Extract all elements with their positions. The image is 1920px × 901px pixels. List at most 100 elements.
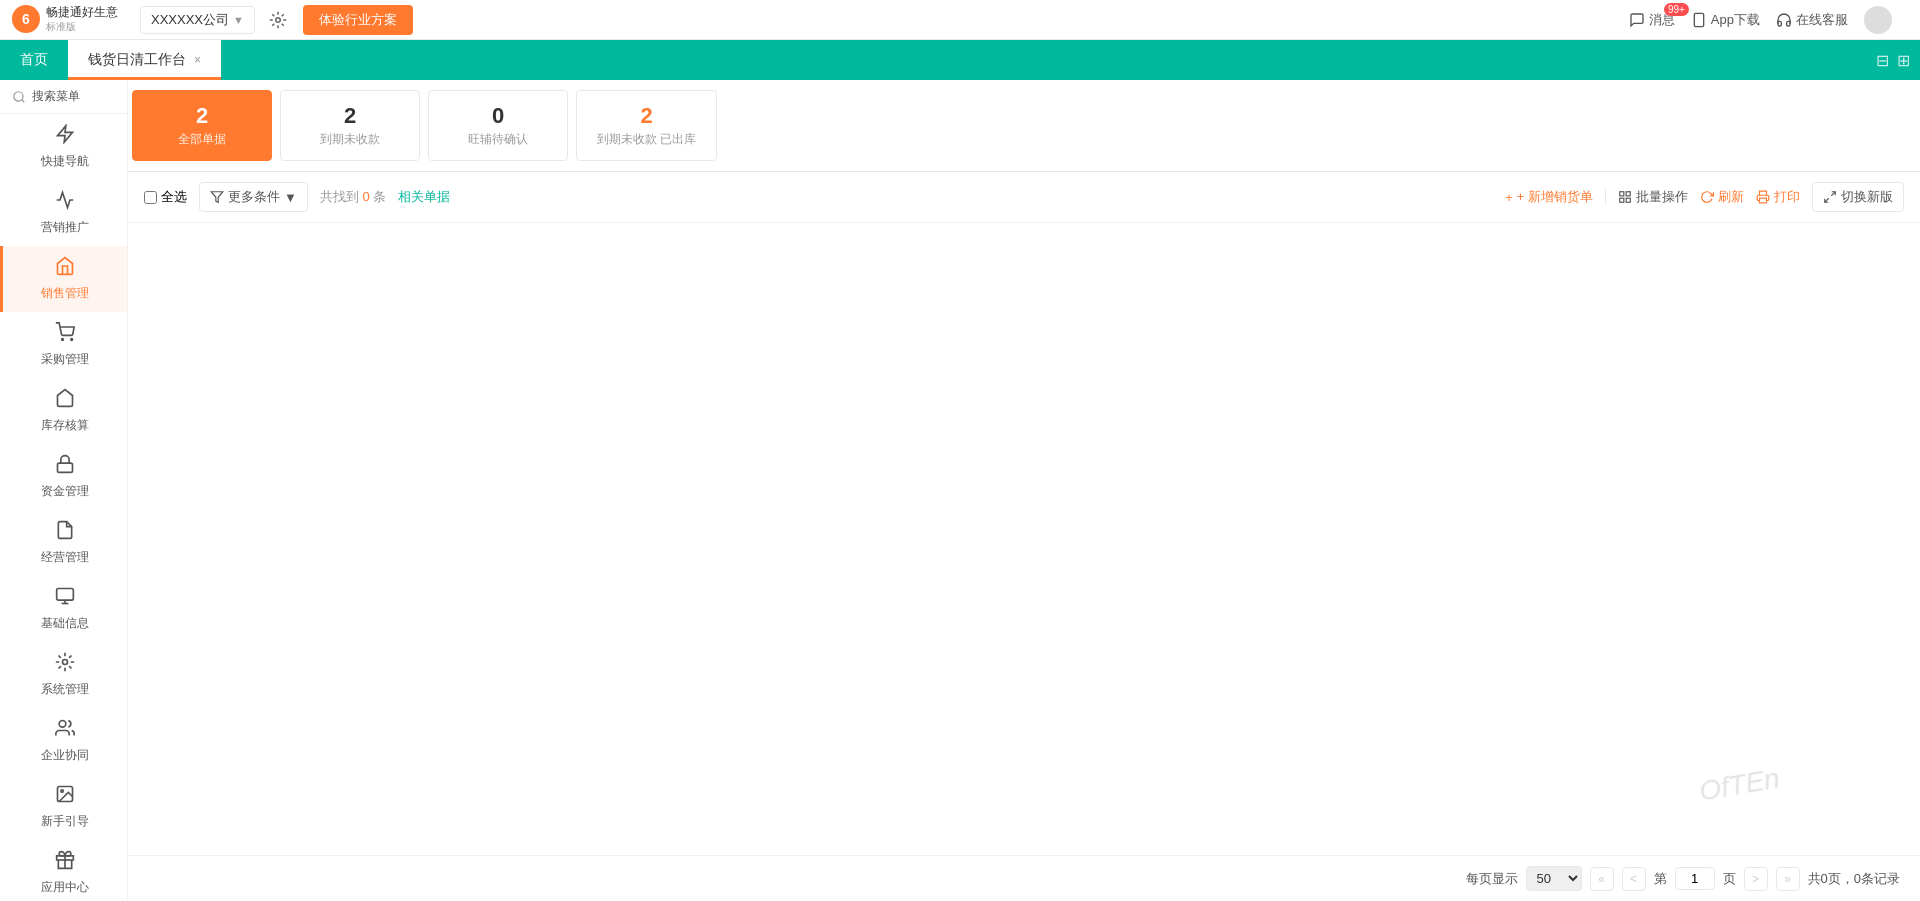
message-badge: 99+ (1664, 3, 1689, 16)
message-button[interactable]: 消息 99+ (1629, 11, 1675, 29)
operations-icon (55, 520, 75, 545)
sidebar-item-label: 库存核算 (41, 417, 89, 434)
guide-icon (55, 784, 75, 809)
stat-tab-overdue[interactable]: 2 到期未收款 (280, 90, 420, 161)
svg-rect-8 (58, 463, 73, 472)
select-all-label: 全选 (161, 188, 187, 206)
sidebar-item-label: 营销推广 (41, 219, 89, 236)
inventory-icon (55, 388, 75, 413)
found-text: 共找到 0 条 (320, 188, 386, 206)
next-page-button[interactable]: > (1744, 867, 1768, 891)
sales-icon (55, 256, 75, 281)
svg-rect-21 (1626, 198, 1630, 202)
app-center-icon (55, 850, 75, 875)
sidebar-item-sales[interactable]: 销售管理 (0, 246, 127, 312)
add-icon: + (1505, 190, 1513, 205)
company-dropdown-icon: ▼ (233, 14, 244, 26)
page-suffix: 页 (1723, 870, 1736, 888)
online-service-button[interactable]: 在线客服 (1776, 11, 1848, 29)
sidebar-item-guide[interactable]: 新手引导 (0, 774, 127, 840)
service-label: 在线客服 (1796, 11, 1848, 29)
top-right-actions: 消息 99+ App下载 在线客服 (1629, 6, 1908, 34)
basic-info-icon (55, 586, 75, 611)
sidebar-item-app-center[interactable]: 应用中心 (0, 840, 127, 901)
sidebar-item-label: 经营管理 (41, 549, 89, 566)
tab-home[interactable]: 首页 (0, 40, 68, 80)
system-icon (55, 652, 75, 677)
avatar[interactable] (1864, 6, 1892, 34)
finance-icon (55, 454, 75, 479)
sidebar-item-finance[interactable]: 资金管理 (0, 444, 127, 510)
total-text: 共0页，0条记录 (1808, 870, 1900, 888)
sidebar-item-label: 应用中心 (41, 879, 89, 896)
stat-count-overdue: 2 (301, 103, 399, 129)
per-page-label: 每页显示 (1466, 870, 1518, 888)
company-selector[interactable]: XXXXXX公司 ▼ (140, 6, 255, 34)
purchase-icon (55, 322, 75, 347)
sidebar-item-marketing[interactable]: 营销推广 (0, 180, 127, 246)
sidebar-item-operations[interactable]: 经营管理 (0, 510, 127, 576)
tab-close-icon[interactable]: × (194, 53, 201, 67)
select-all-checkbox[interactable]: 全选 (144, 188, 187, 206)
sidebar-item-label: 系统管理 (41, 681, 89, 698)
nav-tabs: 首页 钱货日清工作台 × ⊟ ⊞ (0, 40, 1920, 80)
print-button[interactable]: 打印 (1756, 188, 1800, 206)
batch-label: 批量操作 (1636, 188, 1688, 206)
nav-actions: ⊟ ⊞ (1876, 51, 1920, 70)
svg-point-0 (276, 17, 281, 22)
main-layout: 搜索菜单 快捷导航 营销推广 (0, 80, 1920, 901)
settings-button[interactable] (263, 5, 293, 35)
filter-dropdown-icon: ▼ (284, 190, 297, 205)
sidebar-item-inventory[interactable]: 库存核算 (0, 378, 127, 444)
sidebar-item-label: 新手引导 (41, 813, 89, 830)
stat-tab-unshipped[interactable]: 2 到期未收款 已出库 (576, 90, 717, 161)
sidebar-item-quick-nav[interactable]: 快捷导航 (0, 114, 127, 180)
switch-label: 切换新版 (1841, 188, 1893, 206)
svg-line-24 (1831, 192, 1835, 196)
logo-sub: 标准版 (46, 20, 118, 34)
sidebar-item-cooperation[interactable]: 企业协同 (0, 708, 127, 774)
per-page-select[interactable]: 20 50 100 (1526, 866, 1582, 891)
page-input[interactable] (1675, 867, 1715, 890)
stat-tab-all[interactable]: 2 全部单据 (132, 90, 272, 161)
top-bar: 6 畅捷通好生意 标准版 XXXXXX公司 ▼ 体验行业方案 消息 99+ (0, 0, 1920, 40)
last-page-button[interactable]: » (1776, 867, 1800, 891)
related-records-link[interactable]: 相关单据 (398, 188, 450, 206)
company-name: XXXXXX公司 (151, 11, 229, 29)
refresh-button[interactable]: 刷新 (1700, 188, 1744, 206)
filter-label: 更多条件 (228, 188, 280, 206)
stat-tab-wangwang[interactable]: 0 旺辅待确认 (428, 90, 568, 161)
checkbox-input[interactable] (144, 191, 157, 204)
app-download-button[interactable]: App下载 (1691, 11, 1760, 29)
add-sales-order-button[interactable]: + + 新增销货单 (1505, 188, 1593, 206)
switch-version-button[interactable]: 切换新版 (1812, 182, 1904, 212)
sidebar-search[interactable]: 搜索菜单 (0, 80, 127, 114)
tab-qianhuoday[interactable]: 钱货日清工作台 × (68, 40, 221, 80)
svg-rect-20 (1626, 192, 1630, 196)
divider (1605, 189, 1606, 205)
first-page-button[interactable]: « (1590, 867, 1614, 891)
quick-nav-icon (55, 124, 75, 149)
trial-button[interactable]: 体验行业方案 (303, 5, 413, 35)
sidebar-item-label: 基础信息 (41, 615, 89, 632)
toolbar: 全选 更多条件 ▼ 共找到 0 条 相关单据 + (128, 172, 1920, 223)
tab-expand-icon[interactable]: ⊞ (1897, 51, 1910, 70)
filter-button[interactable]: 更多条件 ▼ (199, 182, 308, 212)
svg-line-4 (22, 99, 25, 102)
logo-icon: 6 (12, 5, 40, 33)
stat-label-all: 全部单据 (153, 131, 251, 148)
svg-rect-1 (1694, 13, 1703, 26)
stat-label-wangwang: 旺辅待确认 (449, 131, 547, 148)
svg-point-12 (63, 660, 68, 665)
sidebar-item-basic-info[interactable]: 基础信息 (0, 576, 127, 642)
prev-page-button[interactable]: < (1622, 867, 1646, 891)
svg-rect-9 (57, 589, 74, 601)
pagination: 每页显示 20 50 100 « < 第 页 > » 共0页，0条记录 (128, 855, 1920, 901)
table-area (128, 223, 1920, 855)
logo-area: 6 畅捷通好生意 标准版 (12, 5, 140, 33)
sidebar-item-purchase[interactable]: 采购管理 (0, 312, 127, 378)
sidebar-item-system[interactable]: 系统管理 (0, 642, 127, 708)
tab-collapse-icon[interactable]: ⊟ (1876, 51, 1889, 70)
marketing-icon (55, 190, 75, 215)
batch-operation-button[interactable]: 批量操作 (1618, 188, 1688, 206)
